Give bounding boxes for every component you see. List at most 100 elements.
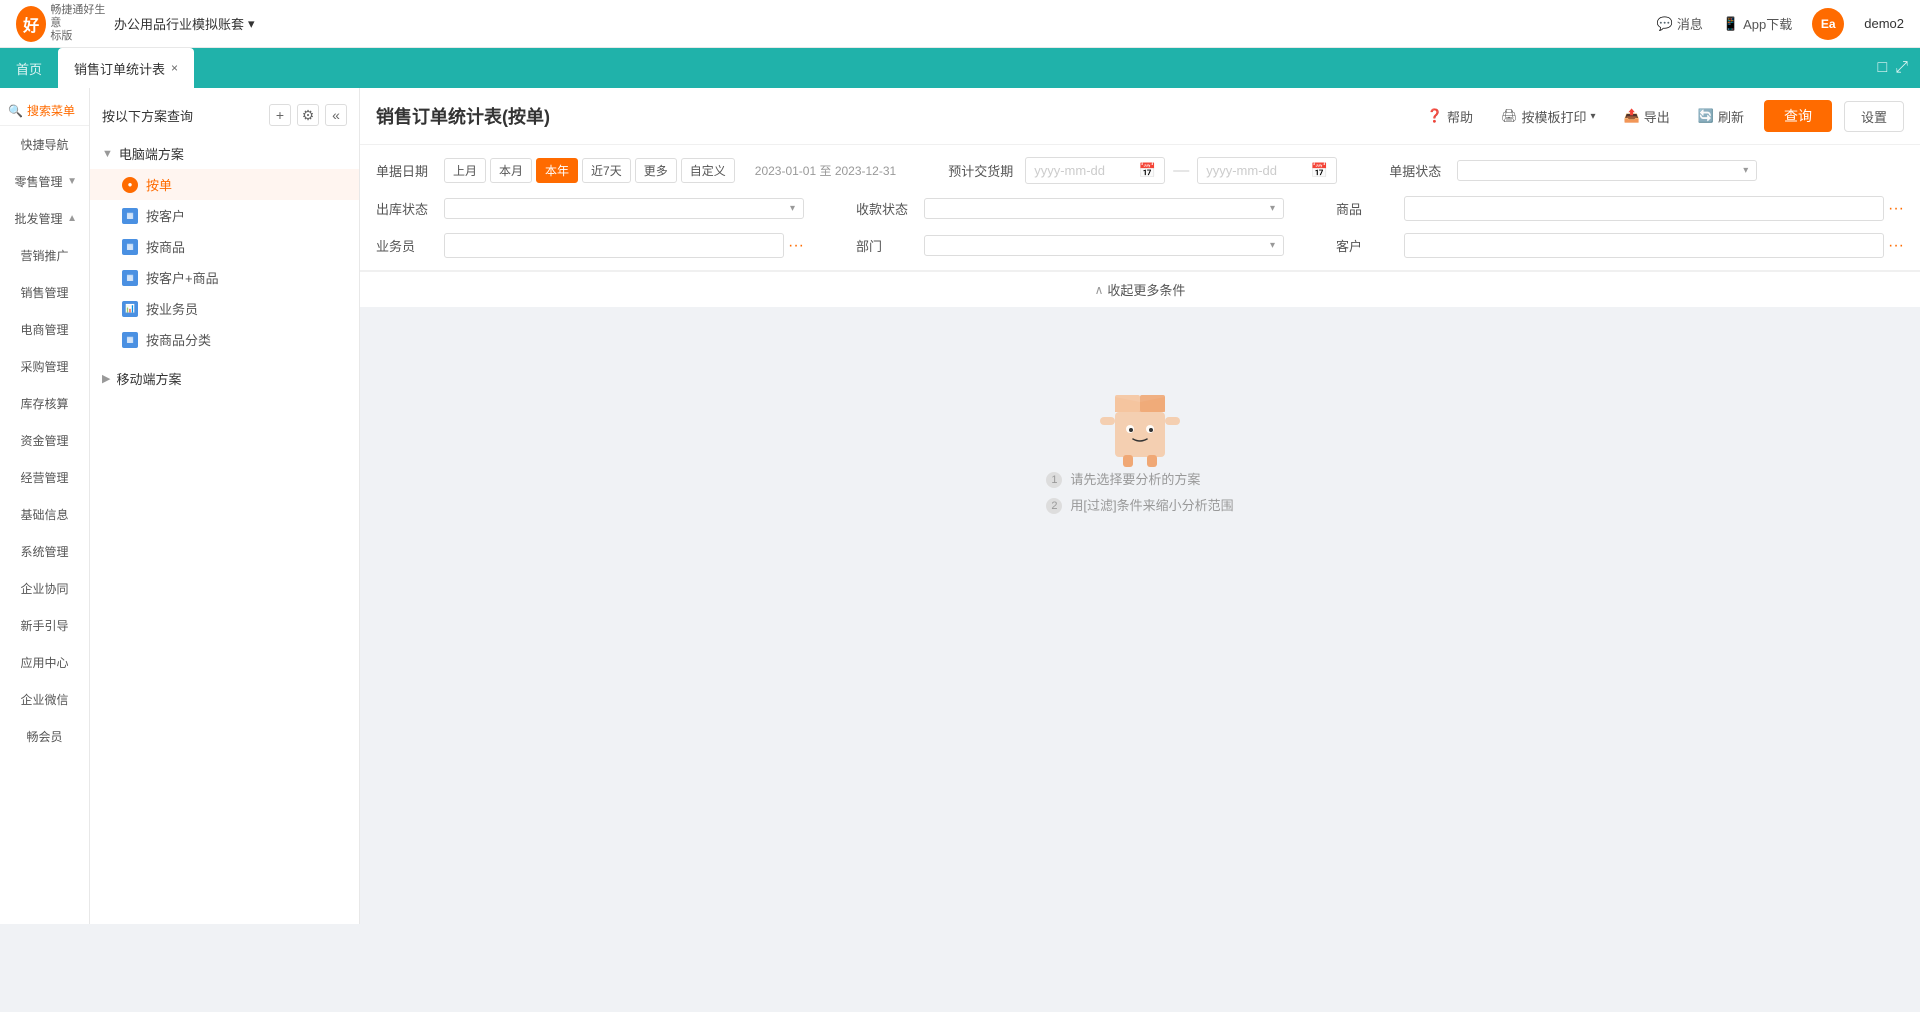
chevron-up-icon: ▲ (67, 213, 77, 224)
this-year-btn[interactable]: 本年 (536, 158, 578, 183)
scheme-group-pc-header[interactable]: ▼ 电脑端方案 (90, 138, 359, 169)
scheme-item-by-salesperson[interactable]: 📊 按业务员 (90, 293, 359, 324)
calendar-icon-end: 📅 (1311, 162, 1328, 179)
chevron-down-icon: ▼ (67, 176, 77, 187)
export-btn[interactable]: 📤 导出 (1616, 103, 1678, 130)
message-btn[interactable]: 💬 消息 (1657, 14, 1703, 33)
select-arrow-icon: ▾ (1743, 165, 1748, 176)
collapse-icon: ∧ (1095, 283, 1104, 297)
scheme-group-mobile-label: 移动端方案 (116, 369, 181, 388)
expected-date-end[interactable]: yyyy-mm-dd 📅 (1197, 157, 1337, 184)
scheme-item-icon-customer-product: ▦ (122, 270, 138, 286)
topbar: 好 畅捷通好生意 标版 办公用品行业模拟账套 ▾ 💬 消息 📱 App下载 Ea… (0, 0, 1920, 48)
help-icon: ❓ (1427, 108, 1443, 124)
scheme-collapse-btn[interactable]: « (325, 104, 347, 126)
sidebar-item-appstore[interactable]: 应用中心 (0, 644, 89, 681)
tab-home[interactable]: 首页 (0, 48, 58, 88)
collection-select-arrow: ▾ (1270, 203, 1275, 214)
search-icon: 🔍 (8, 104, 23, 118)
sidebar-search[interactable]: 🔍 搜索菜单 (0, 96, 89, 126)
salesperson-dots[interactable]: ··· (788, 237, 804, 255)
sidebar-item-operation[interactable]: 经营管理 (0, 459, 89, 496)
scheme-group-pc: ▼ 电脑端方案 ● 按单 ▦ 按客户 ▦ 按商品 (90, 134, 359, 359)
sidebar-item-member[interactable]: 畅会员 (0, 718, 89, 755)
date-label: 单据日期 (376, 161, 432, 180)
scheme-item-by-category[interactable]: ▦ 按商品分类 (90, 324, 359, 355)
sidebar-item-wechat[interactable]: 企业微信 (0, 681, 89, 718)
user-avatar[interactable]: Ea (1812, 8, 1844, 40)
collection-status-select[interactable]: ▾ (924, 198, 1284, 219)
sidebar-item-basic[interactable]: 基础信息 (0, 496, 89, 533)
sidebar: 🔍 搜索菜单 快捷导航 零售管理 ▼ 批发管理 ▲ 营销推广 销售管理 电商管理… (0, 88, 90, 924)
scheme-item-by-customer[interactable]: ▦ 按客户 (90, 200, 359, 231)
empty-state: 1 请先选择要分析的方案 2 用[过滤]条件来缩小分析范围 (360, 307, 1920, 579)
sidebar-item-system[interactable]: 系统管理 (0, 533, 89, 570)
app-dropdown[interactable]: 办公用品行业模拟账套 ▾ (114, 14, 259, 33)
expected-date-group: yyyy-mm-dd 📅 — yyyy-mm-dd 📅 (1025, 157, 1337, 184)
salesperson-input[interactable] (444, 233, 784, 258)
salesperson-label: 业务员 (376, 236, 432, 255)
more-btn[interactable]: 更多 (635, 158, 677, 183)
refresh-btn[interactable]: 🔄 刷新 (1690, 103, 1752, 130)
tab-close-icon[interactable]: × (171, 61, 178, 75)
expected-date-start[interactable]: yyyy-mm-dd 📅 (1025, 157, 1165, 184)
empty-illustration (1080, 367, 1200, 467)
tab-sales-order[interactable]: 销售订单统计表 × (58, 48, 194, 88)
scheme-add-btn[interactable]: + (269, 104, 291, 126)
product-dots[interactable]: ··· (1888, 200, 1904, 218)
sidebar-item-sales[interactable]: 销售管理 (0, 274, 89, 311)
department-label: 部门 (856, 236, 912, 255)
sidebar-item-retail[interactable]: 零售管理 ▼ (0, 163, 89, 200)
department-select[interactable]: ▾ (924, 235, 1284, 256)
date-separator: — (1173, 162, 1189, 180)
restore-icon[interactable]: □ (1878, 59, 1888, 77)
scheme-group-pc-label: 电脑端方案 (119, 144, 184, 163)
scheme-item-by-product[interactable]: ▦ 按商品 (90, 231, 359, 262)
customer-input[interactable] (1404, 233, 1884, 258)
tabbar: 首页 销售订单统计表 × □ ⤢ (0, 48, 1920, 88)
product-input[interactable] (1404, 196, 1884, 221)
app-download-icon: 📱 (1723, 16, 1739, 32)
order-status-label: 单据状态 (1389, 161, 1445, 180)
settings-button[interactable]: 设置 (1844, 101, 1904, 132)
order-status-select[interactable]: ▾ (1457, 160, 1757, 181)
sidebar-item-finance[interactable]: 资金管理 (0, 422, 89, 459)
sidebar-item-wholesale[interactable]: 批发管理 ▲ (0, 200, 89, 237)
scheme-group-mobile-header[interactable]: ▶ 移动端方案 (90, 363, 359, 394)
sidebar-item-newbie[interactable]: 新手引导 (0, 607, 89, 644)
print-btn[interactable]: 🖨 按模板打印 ▾ (1493, 103, 1604, 130)
scheme-settings-btn[interactable]: ⚙ (297, 104, 319, 126)
scheme-item-icon-customer: ▦ (122, 208, 138, 224)
sidebar-quick-nav[interactable]: 快捷导航 (0, 126, 89, 163)
this-month-btn[interactable]: 本月 (490, 158, 532, 183)
export-icon: 📤 (1624, 108, 1640, 124)
scheme-item-icon-category: ▦ (122, 332, 138, 348)
customer-dots[interactable]: ··· (1888, 237, 1904, 255)
sidebar-item-purchase[interactable]: 采购管理 (0, 348, 89, 385)
help-btn[interactable]: ❓ 帮助 (1419, 103, 1481, 130)
ship-status-select[interactable]: ▾ (444, 198, 804, 219)
sidebar-item-inventory[interactable]: 库存核算 (0, 385, 89, 422)
sidebar-item-enterprise[interactable]: 企业协同 (0, 570, 89, 607)
sidebar-item-ecommerce[interactable]: 电商管理 (0, 311, 89, 348)
salesperson-field: ··· (444, 233, 804, 258)
dropdown-arrow-icon: ▾ (248, 16, 255, 32)
scheme-header: 按以下方案查询 + ⚙ « (90, 96, 359, 134)
scheme-item-by-order[interactable]: ● 按单 (90, 169, 359, 200)
print-dropdown-icon: ▾ (1591, 111, 1596, 122)
app-download-btn[interactable]: 📱 App下载 (1723, 14, 1792, 33)
custom-btn[interactable]: 自定义 (681, 158, 735, 183)
message-icon: 💬 (1657, 16, 1673, 32)
tip-item-2: 2 用[过滤]条件来缩小分析范围 (1046, 493, 1233, 519)
user-name[interactable]: demo2 (1864, 16, 1904, 31)
scheme-item-by-customer-product[interactable]: ▦ 按客户+商品 (90, 262, 359, 293)
scheme-item-icon-product: ▦ (122, 239, 138, 255)
search-button[interactable]: 查询 (1764, 100, 1832, 132)
scheme-item-icon-salesperson: 📊 (122, 301, 138, 317)
last-7-days-btn[interactable]: 近7天 (582, 158, 631, 183)
expand-icon[interactable]: ⤢ (1895, 59, 1908, 77)
prev-month-btn[interactable]: 上月 (444, 158, 486, 183)
collapse-btn[interactable]: ∧ 收起更多条件 (360, 271, 1920, 307)
sidebar-item-marketing[interactable]: 营销推广 (0, 237, 89, 274)
print-icon: 🖨 (1501, 108, 1518, 124)
